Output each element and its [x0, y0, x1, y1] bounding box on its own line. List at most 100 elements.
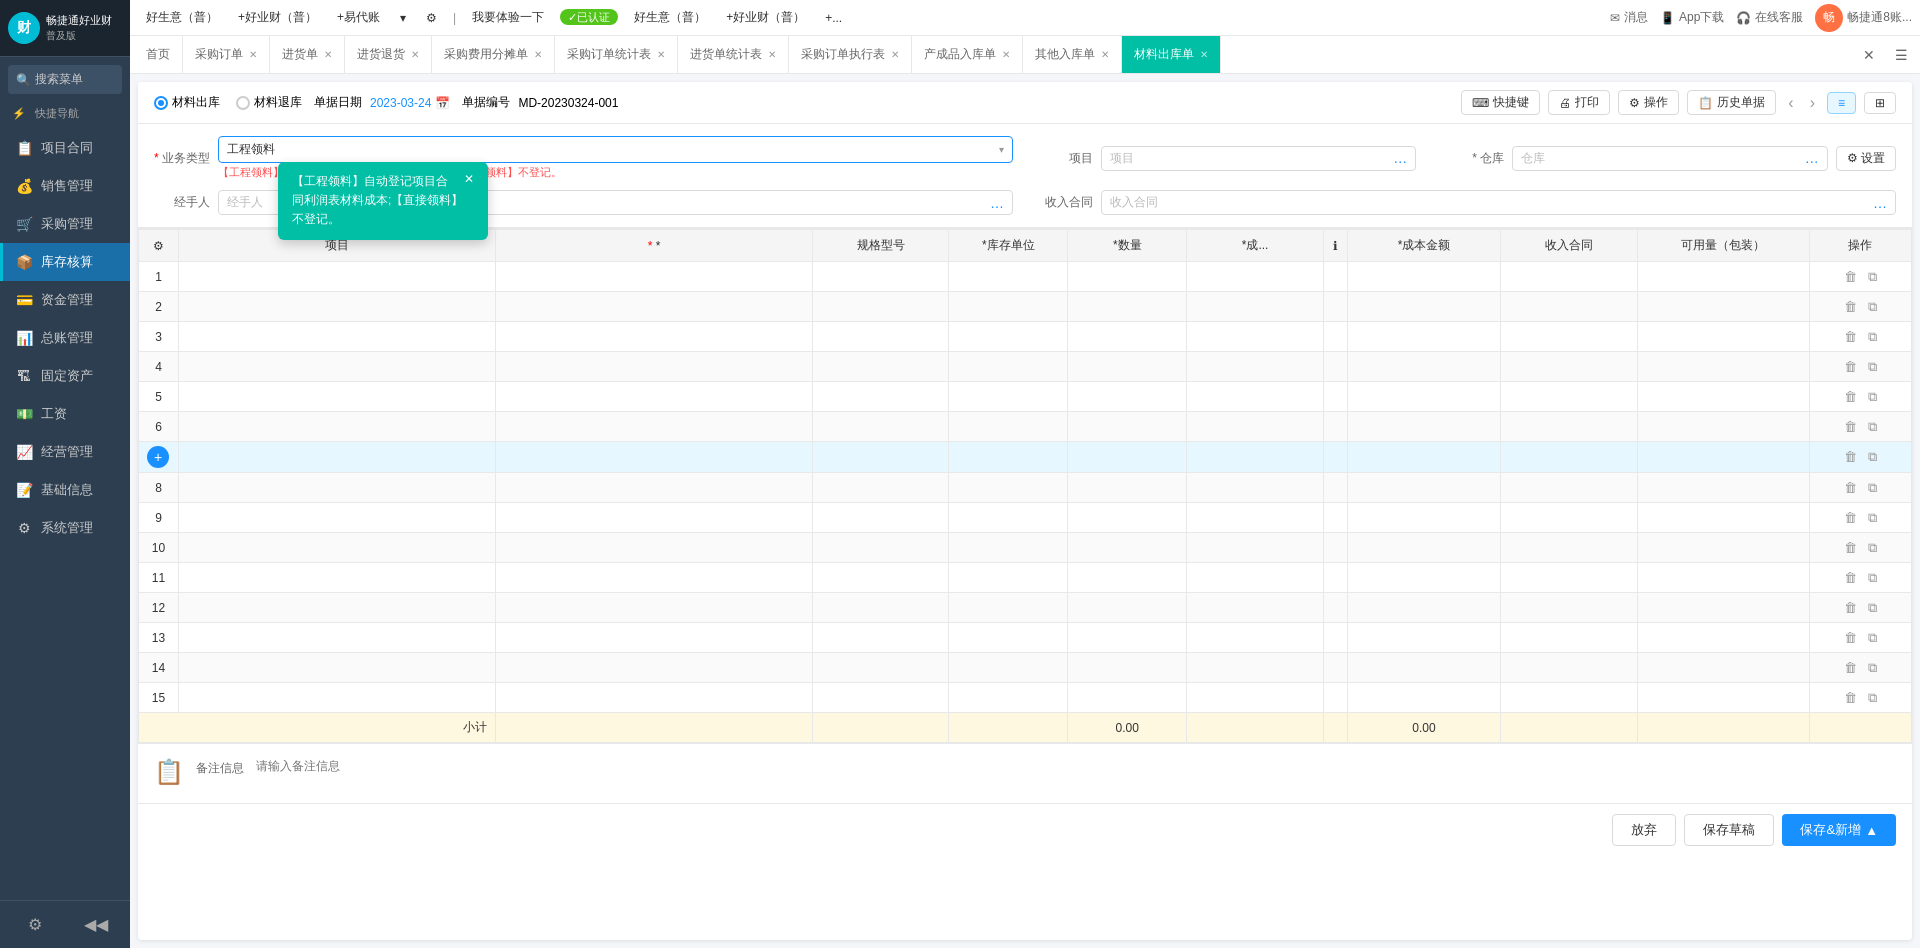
row-spec[interactable]	[813, 292, 949, 322]
row-amount[interactable]	[1347, 533, 1500, 563]
row-unit[interactable]	[949, 262, 1068, 292]
row-project[interactable]	[179, 623, 496, 653]
sidebar-collapse-button[interactable]: ◀◀	[69, 909, 122, 940]
row-contract[interactable]	[1501, 382, 1637, 412]
row-project[interactable]	[179, 593, 496, 623]
row-qty-active[interactable]	[1068, 442, 1187, 473]
row-copy-button[interactable]: ⧉	[1864, 417, 1881, 437]
tab-close-material-out[interactable]: ✕	[1200, 49, 1208, 60]
radio-material-out[interactable]: 材料出库	[154, 94, 220, 111]
top-nav-plus2[interactable]: +好业财（普）	[718, 5, 813, 30]
row-material[interactable]	[496, 683, 813, 713]
row-delete-button[interactable]: 🗑	[1840, 387, 1861, 406]
row-unit[interactable]	[949, 352, 1068, 382]
save-new-button[interactable]: 保存&新增 ▲	[1782, 814, 1896, 846]
tab-purchase-order-exec[interactable]: 采购订单执行表 ✕	[789, 36, 912, 74]
row-contract[interactable]	[1501, 292, 1637, 322]
row-cost[interactable]	[1187, 623, 1323, 653]
row-contract[interactable]	[1501, 533, 1637, 563]
row-qty[interactable]	[1068, 382, 1187, 412]
row-copy-button-active[interactable]: ⧉	[1864, 447, 1881, 467]
row-contract[interactable]	[1501, 412, 1637, 442]
row-cost[interactable]	[1187, 503, 1323, 533]
row-spec[interactable]	[813, 352, 949, 382]
row-spec[interactable]	[813, 623, 949, 653]
row-cost[interactable]	[1187, 412, 1323, 442]
tab-close-purchase-goods-stats[interactable]: ✕	[768, 49, 776, 60]
sidebar-item-sales[interactable]: 💰 销售管理	[0, 167, 130, 205]
row-available[interactable]	[1637, 292, 1809, 322]
row-material[interactable]	[496, 292, 813, 322]
row-material[interactable]	[496, 262, 813, 292]
row-unit[interactable]	[949, 473, 1068, 503]
tooltip-close-icon[interactable]: ✕	[464, 170, 474, 189]
handler-expand-icon[interactable]: …	[990, 195, 1004, 211]
row-delete-button[interactable]: 🗑	[1840, 327, 1861, 346]
row-material[interactable]	[496, 382, 813, 412]
tab-purchase-goods[interactable]: 进货单 ✕	[270, 36, 345, 74]
project-field[interactable]: 项目 …	[1101, 146, 1416, 171]
doc-date-value[interactable]: 2023-03-24	[370, 96, 431, 110]
search-menu-button[interactable]: 🔍 搜索菜单	[8, 65, 122, 94]
row-amount[interactable]	[1347, 473, 1500, 503]
tab-close-all-button[interactable]: ✕	[1855, 43, 1883, 67]
row-contract[interactable]	[1501, 563, 1637, 593]
tab-product-storage[interactable]: 产成品入库单 ✕	[912, 36, 1023, 74]
row-spec[interactable]	[813, 503, 949, 533]
row-material[interactable]	[496, 563, 813, 593]
row-project[interactable]	[179, 262, 496, 292]
row-project[interactable]	[179, 533, 496, 563]
row-spec[interactable]	[813, 382, 949, 412]
tab-close-purchase-return[interactable]: ✕	[411, 49, 419, 60]
row-available[interactable]	[1637, 473, 1809, 503]
row-spec[interactable]	[813, 412, 949, 442]
row-amount[interactable]	[1347, 683, 1500, 713]
row-delete-button[interactable]: 🗑	[1840, 628, 1861, 647]
app-download-btn[interactable]: 📱 App下载	[1660, 9, 1724, 26]
row-material[interactable]	[496, 412, 813, 442]
row-available[interactable]	[1637, 382, 1809, 412]
sidebar-item-project-contract[interactable]: 📋 项目合同	[0, 129, 130, 167]
row-unit[interactable]	[949, 412, 1068, 442]
warehouse-field[interactable]: 仓库 …	[1512, 146, 1827, 171]
row-available-active[interactable]	[1637, 442, 1809, 473]
sidebar-search[interactable]: 🔍 搜索菜单	[0, 57, 130, 102]
row-amount[interactable]	[1347, 292, 1500, 322]
row-qty[interactable]	[1068, 533, 1187, 563]
row-contract[interactable]	[1501, 322, 1637, 352]
row-material[interactable]	[496, 322, 813, 352]
row-project[interactable]	[179, 473, 496, 503]
row-material[interactable]	[496, 473, 813, 503]
sidebar-item-capital[interactable]: 💳 资金管理	[0, 281, 130, 319]
row-project-input[interactable]	[187, 450, 487, 465]
row-material[interactable]	[496, 623, 813, 653]
message-btn[interactable]: ✉ 消息	[1610, 9, 1648, 26]
sidebar-item-fixed-assets[interactable]: 🏗 固定资产	[0, 357, 130, 395]
row-unit[interactable]	[949, 593, 1068, 623]
row-unit[interactable]	[949, 292, 1068, 322]
row-available[interactable]	[1637, 593, 1809, 623]
col-header-settings[interactable]: ⚙	[139, 230, 179, 262]
row-project[interactable]	[179, 412, 496, 442]
row-delete-button[interactable]: 🗑	[1840, 357, 1861, 376]
row-spec[interactable]	[813, 683, 949, 713]
row-available[interactable]	[1637, 683, 1809, 713]
row-copy-button[interactable]: ⧉	[1864, 327, 1881, 347]
row-copy-button[interactable]: ⧉	[1864, 568, 1881, 588]
row-copy-button[interactable]: ⧉	[1864, 598, 1881, 618]
sidebar-item-purchase[interactable]: 🛒 采购管理	[0, 205, 130, 243]
row-material[interactable]	[496, 352, 813, 382]
row-cost[interactable]	[1187, 262, 1323, 292]
tab-close-purchase-goods[interactable]: ✕	[324, 49, 332, 60]
history-button[interactable]: 📋 历史单据	[1687, 90, 1776, 115]
row-copy-button[interactable]: ⧉	[1864, 478, 1881, 498]
row-project[interactable]	[179, 683, 496, 713]
sidebar-item-basic-info[interactable]: 📝 基础信息	[0, 471, 130, 509]
row-delete-button[interactable]: 🗑	[1840, 267, 1861, 286]
row-amount[interactable]	[1347, 352, 1500, 382]
row-delete-button[interactable]: 🗑	[1840, 568, 1861, 587]
row-spec[interactable]	[813, 653, 949, 683]
row-delete-button[interactable]: 🗑	[1840, 658, 1861, 677]
row-unit[interactable]	[949, 623, 1068, 653]
print-button[interactable]: 🖨 打印	[1548, 90, 1610, 115]
